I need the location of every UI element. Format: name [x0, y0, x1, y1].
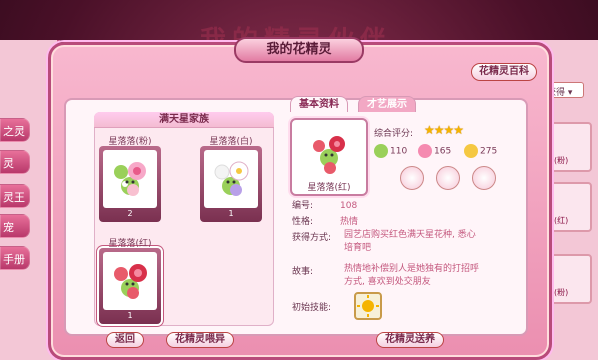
stat-yellow: 275 — [464, 144, 497, 158]
skill-icon-fairy[interactable] — [472, 166, 496, 190]
side-tab-2[interactable]: 灵王 — [0, 184, 30, 208]
fairy-pink-image — [103, 150, 157, 208]
background-card[interactable]: (粉) — [548, 122, 592, 172]
tab-basic-info[interactable]: 基本资料 — [290, 96, 348, 112]
release-button[interactable]: 花精灵送养 — [376, 332, 444, 348]
fairy-card[interactable]: 星落落(粉) 2 — [99, 134, 161, 222]
back-button[interactable]: 返回 — [106, 332, 144, 348]
field-personality: 性格: 热情 — [292, 217, 359, 227]
rating-stars: ★★★★ — [424, 123, 464, 137]
side-tab-3[interactable]: 宠 — [0, 214, 30, 238]
side-tab-0[interactable]: 之灵 — [0, 118, 30, 142]
fairy-red-image — [103, 252, 157, 310]
fairy-card-name: 星落落(白) — [209, 137, 253, 147]
field-obtain-label: 获得方式: — [292, 233, 332, 243]
dialog-title: 我的花精灵 — [234, 37, 364, 63]
field-obtain-value: 园艺店购买红色满天星花种, 悉心培育吧 — [344, 230, 476, 253]
stat-pink: 165 — [418, 144, 451, 158]
fairy-white-image — [204, 150, 258, 208]
field-story-value: 热情地补偿别人是她独有的打招呼方式, 喜欢到处交朋友 — [344, 264, 480, 287]
fairy-wiki-button[interactable]: 花精灵百科 — [471, 63, 537, 81]
skill-icon-leaf[interactable] — [436, 166, 460, 190]
green-fairy-icon — [374, 144, 388, 158]
field-story-label: 故事: — [292, 267, 314, 277]
fairy-card-count: 1 — [127, 311, 133, 320]
stat-green: 110 — [374, 144, 407, 158]
feed-button[interactable]: 花精灵喂异 — [166, 332, 234, 348]
rating-label: 综合评分: — [374, 129, 414, 139]
background-card[interactable]: (粉) — [548, 254, 592, 304]
fairy-card[interactable]: 星落落(白) 1 — [200, 134, 262, 222]
portrait-name: 星落落(红) — [307, 183, 351, 193]
fairy-card[interactable]: 星落落(红) 1 — [99, 236, 161, 324]
skill-icon-flower[interactable] — [400, 166, 424, 190]
yellow-fairy-icon — [464, 144, 478, 158]
fairy-card-name: 星落落(粉) — [108, 137, 152, 147]
fairy-card-count: 2 — [127, 209, 133, 218]
field-skill-label: 初始技能: — [292, 303, 332, 313]
side-tab-1[interactable]: 灵 — [0, 150, 30, 174]
tab-talent-show[interactable]: 才艺展示 — [358, 96, 416, 112]
pink-fairy-icon — [418, 144, 432, 158]
family-header: 满天星家族 — [94, 112, 274, 128]
initial-skill-icon[interactable] — [354, 292, 382, 320]
side-tab-4[interactable]: 手册 — [0, 246, 30, 270]
background-card[interactable]: (红) — [548, 182, 592, 232]
fairy-card-count: 1 — [228, 209, 234, 218]
field-number: 编号: 108 — [292, 201, 358, 211]
fairy-card-name: 星落落(红) — [108, 239, 152, 249]
